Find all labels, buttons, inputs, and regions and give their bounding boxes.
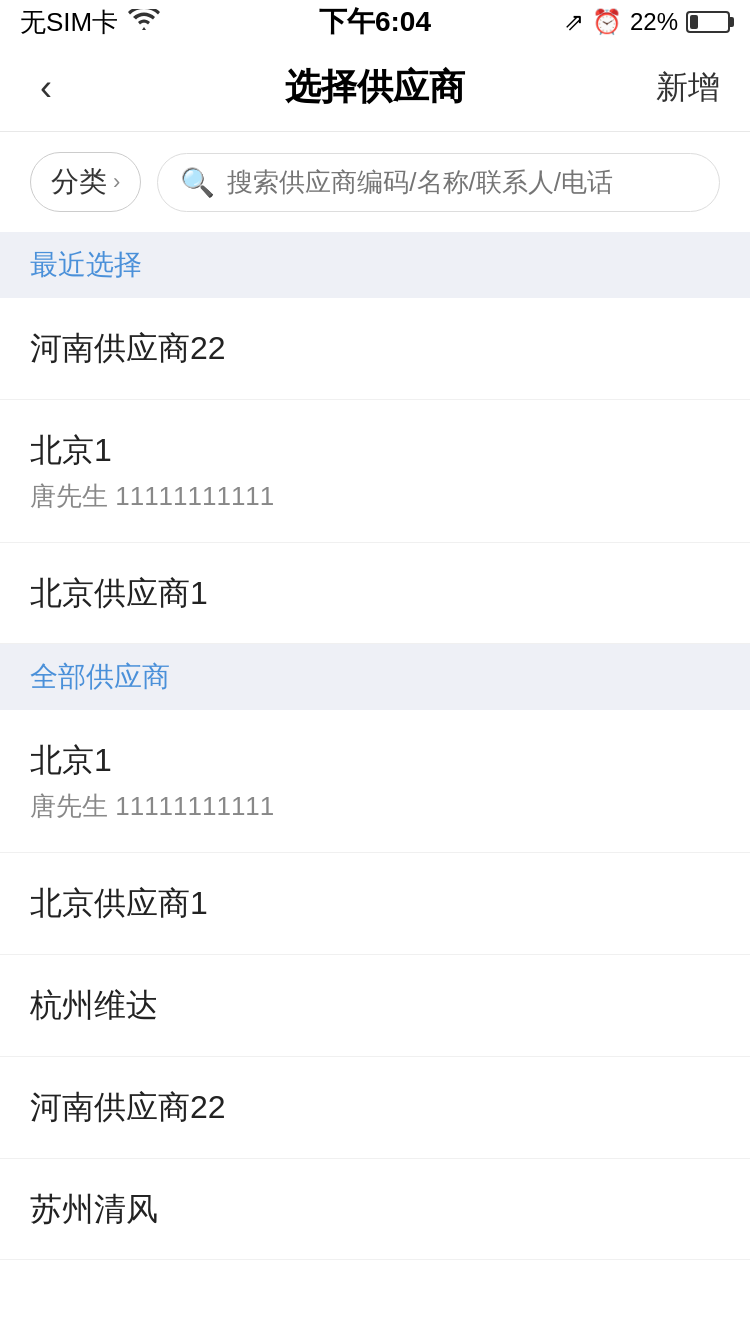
item-sub: 唐先生 11111111111	[30, 479, 720, 514]
status-right: ⇗ ⏰ 22%	[564, 8, 730, 36]
chevron-icon: ›	[113, 169, 120, 195]
all-list-item[interactable]: 北京1 唐先生 11111111111	[0, 710, 750, 853]
search-row: 分类 › 🔍	[0, 132, 750, 232]
all-list-item[interactable]: 苏州清风	[0, 1159, 750, 1261]
item-name: 苏州清风	[30, 1187, 720, 1232]
all-list-item[interactable]: 杭州维达	[0, 955, 750, 1057]
recent-list-item[interactable]: 北京1 唐先生 11111111111	[0, 400, 750, 543]
recent-list-item[interactable]: 河南供应商22	[0, 298, 750, 400]
search-icon: 🔍	[180, 166, 215, 199]
status-bar: 无SIM卡 下午6:04 ⇗ ⏰ 22%	[0, 0, 750, 44]
item-name: 河南供应商22	[30, 1085, 720, 1130]
item-name: 北京1	[30, 738, 720, 783]
status-time: 下午6:04	[319, 3, 431, 41]
search-box: 🔍	[157, 153, 720, 212]
wifi-icon	[128, 7, 160, 38]
nav-bar: ‹ 选择供应商 新增	[0, 44, 750, 132]
carrier-text: 无SIM卡	[20, 5, 118, 40]
item-name: 杭州维达	[30, 983, 720, 1028]
recent-list-item[interactable]: 北京供应商1	[0, 543, 750, 645]
nav-title: 选择供应商	[285, 63, 465, 112]
item-name: 北京供应商1	[30, 881, 720, 926]
item-name: 北京1	[30, 428, 720, 473]
item-sub: 唐先生 11111111111	[30, 789, 720, 824]
all-list-item[interactable]: 北京供应商1	[0, 853, 750, 955]
status-left: 无SIM卡	[20, 5, 160, 40]
battery-icon	[686, 11, 730, 33]
alarm-icon: ⏰	[592, 8, 622, 36]
recent-section-header: 最近选择	[0, 232, 750, 298]
add-button[interactable]: 新增	[656, 66, 720, 110]
all-list-item[interactable]: 河南供应商22	[0, 1057, 750, 1159]
all-section-header: 全部供应商	[0, 644, 750, 710]
item-name: 河南供应商22	[30, 326, 720, 371]
battery-percent: 22%	[630, 8, 678, 36]
recent-list: 河南供应商22 北京1 唐先生 11111111111 北京供应商1	[0, 298, 750, 644]
category-filter-button[interactable]: 分类 ›	[30, 152, 141, 212]
category-label: 分类	[51, 163, 107, 201]
search-input[interactable]	[227, 167, 697, 198]
back-button[interactable]: ‹	[30, 57, 62, 119]
location-icon: ⇗	[564, 8, 584, 36]
all-list: 北京1 唐先生 11111111111 北京供应商1 杭州维达河南供应商22 苏州清风	[0, 710, 750, 1260]
item-name: 北京供应商1	[30, 571, 720, 616]
